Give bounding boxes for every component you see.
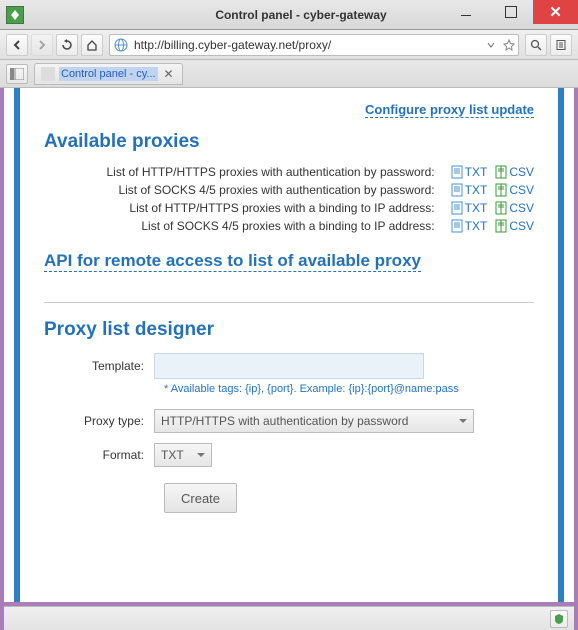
bookmark-icon[interactable] [500,36,518,54]
txt-link[interactable]: TXT [451,165,488,179]
txt-doc-icon [451,219,463,233]
csv-doc-icon [495,219,507,233]
tab-favicon [41,67,55,81]
url-dropdown-icon[interactable] [482,36,500,54]
tab-bar: Control panel - cy... ✕ [0,60,578,88]
proxytype-select[interactable]: HTTP/HTTPS with authentication by passwo… [154,409,474,433]
configure-proxy-list-link[interactable]: Configure proxy list update [365,102,534,118]
browser-toolbar [0,30,578,60]
back-button[interactable] [6,34,28,56]
create-button[interactable]: Create [164,483,237,513]
template-hint: * Available tags: {ip}, {port}. Example:… [164,383,534,395]
close-button[interactable]: ✕ [533,0,578,24]
app-icon [6,6,24,24]
proxy-list: List of HTTP/HTTPS proxies with authenti… [44,165,534,233]
tab-close-icon[interactable]: ✕ [162,67,176,81]
proxy-row-label: List of HTTP/HTTPS proxies with a bindin… [44,201,443,215]
csv-link[interactable]: CSV [495,219,534,233]
template-label: Template: [44,359,154,373]
txt-link[interactable]: TXT [451,183,488,197]
designer-form: Template: * Available tags: {ip}, {port}… [44,353,534,513]
csv-doc-icon [495,165,507,179]
proxy-row-label: List of HTTP/HTTPS proxies with authenti… [44,165,443,179]
panel-toggle-button[interactable] [6,64,28,84]
txt-doc-icon [451,201,463,215]
csv-link[interactable]: CSV [495,201,534,215]
page-viewport: Configure proxy list update Available pr… [4,88,574,602]
csv-doc-icon [495,183,507,197]
search-button[interactable] [525,34,547,56]
available-proxies-heading: Available proxies [44,131,534,153]
proxytype-label: Proxy type: [44,414,154,428]
proxy-row-label: List of SOCKS 4/5 proxies with authentic… [44,183,443,197]
reload-button[interactable] [56,34,78,56]
proxy-row: List of HTTP/HTTPS proxies with authenti… [44,165,534,179]
minimize-button[interactable] [443,0,488,24]
forward-button[interactable] [31,34,53,56]
csv-link[interactable]: CSV [495,165,534,179]
txt-link[interactable]: TXT [451,201,488,215]
shield-icon[interactable] [550,610,568,628]
globe-icon [112,36,130,54]
txt-doc-icon [451,165,463,179]
page-menu-button[interactable] [550,34,572,56]
proxy-row: List of HTTP/HTTPS proxies with a bindin… [44,201,534,215]
designer-heading: Proxy list designer [44,319,534,341]
tab-title: Control panel - cy... [59,67,158,81]
proxy-row: List of SOCKS 4/5 proxies with a binding… [44,219,534,233]
template-input[interactable] [154,353,424,379]
maximize-button[interactable] [488,0,533,24]
format-label: Format: [44,448,154,462]
csv-link[interactable]: CSV [495,183,534,197]
home-button[interactable] [81,34,103,56]
csv-doc-icon [495,201,507,215]
proxy-row-label: List of SOCKS 4/5 proxies with a binding… [44,219,443,233]
divider [44,302,534,303]
status-bar [4,606,574,630]
txt-doc-icon [451,183,463,197]
window-titlebar: Control panel - cyber-gateway ✕ [0,0,578,30]
format-select[interactable]: TXT [154,443,212,467]
url-input[interactable] [132,38,482,52]
browser-tab[interactable]: Control panel - cy... ✕ [34,63,183,85]
api-link[interactable]: API for remote access to list of availab… [44,251,421,272]
proxy-row: List of SOCKS 4/5 proxies with authentic… [44,183,534,197]
content-panel: Configure proxy list update Available pr… [14,88,564,602]
txt-link[interactable]: TXT [451,219,488,233]
address-bar[interactable] [109,34,519,56]
